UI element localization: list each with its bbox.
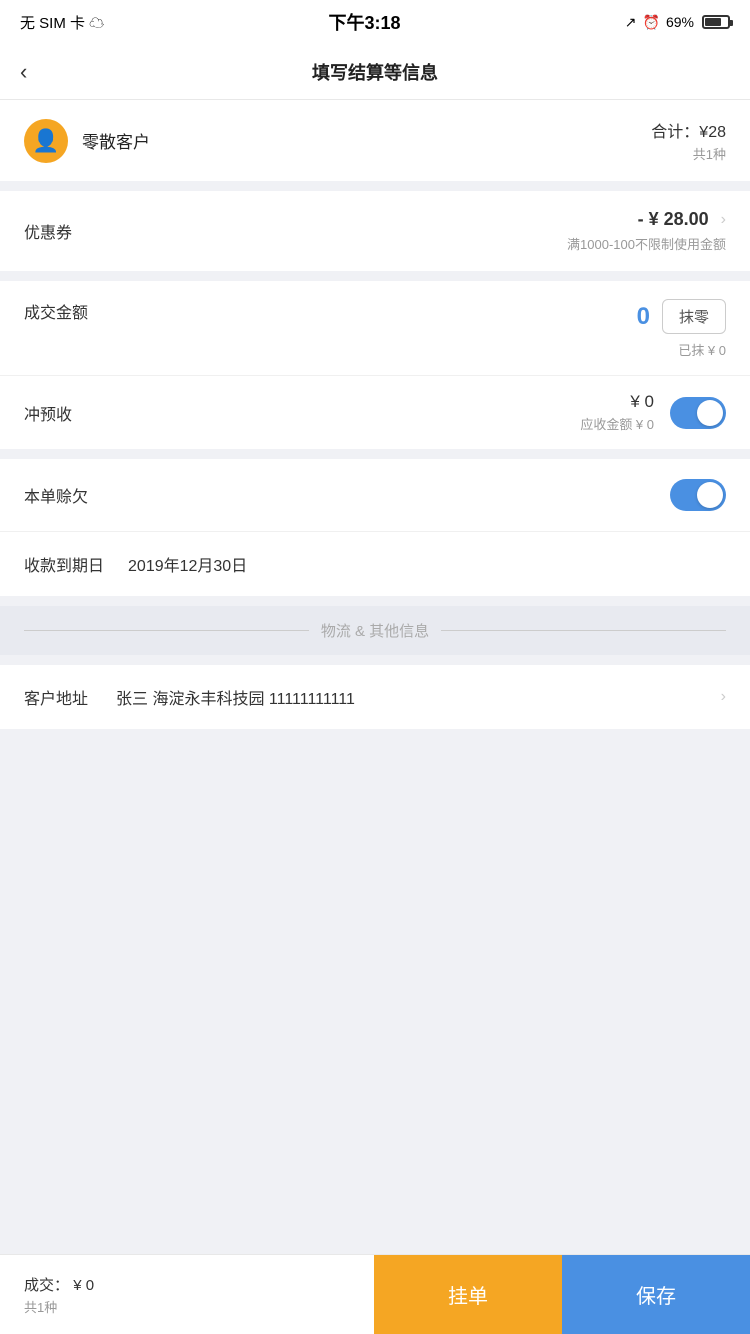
coupon-row[interactable]: 优惠券 - ¥ 28.00 › 满1000-100不限制使用金额: [0, 191, 750, 271]
hold-button[interactable]: 挂单: [374, 1255, 562, 1334]
total-amount: 合计：¥28: [651, 118, 726, 142]
prepay-label: 冲预收: [24, 401, 72, 425]
credit-row: 本单赊欠: [0, 459, 750, 531]
bottom-count: 共1种: [24, 1297, 350, 1316]
prepay-toggle[interactable]: [670, 397, 726, 429]
address-row[interactable]: 客户地址 张三 海淀永丰科技园 11111111111 ›: [0, 665, 750, 729]
due-row: 收款到期日 2019年12月30日: [0, 531, 750, 596]
content: 👤 零散客户 合计：¥28 共1种 优惠券 - ¥ 28.00 › 满1000-…: [0, 100, 750, 829]
battery-icon: [702, 15, 730, 29]
credit-toggle[interactable]: [670, 479, 726, 511]
credit-section: 本单赊欠 收款到期日 2019年12月30日: [0, 459, 750, 596]
alarm-icon: ⏰: [643, 14, 660, 31]
deal-section: 成交金额 0 抹零 已抹 ¥ 0 冲预收 ¥ 0 应收金额 ¥ 0: [0, 281, 750, 449]
address-label: 客户地址: [24, 685, 104, 709]
deal-value[interactable]: 0: [637, 303, 650, 331]
prepay-amounts: ¥ 0 应收金额 ¥ 0: [580, 392, 654, 433]
coupon-subtext: 满1000-100不限制使用金额: [567, 234, 726, 253]
customer-name: 零散客户: [82, 128, 150, 153]
deal-row: 成交金额 0 抹零: [0, 281, 750, 340]
logistics-section: 物流 & 其他信息: [0, 606, 750, 655]
customer-left: 👤 零散客户: [24, 119, 150, 163]
status-right: ↗ ⏰ 69%: [625, 14, 730, 31]
credit-label: 本单赊欠: [24, 483, 88, 507]
bottom-info: 成交： ¥ 0 共1种: [0, 1274, 374, 1316]
deal-right: 0 抹零: [637, 299, 726, 334]
bottom-deal-amount: 成交： ¥ 0: [24, 1274, 350, 1295]
coupon-label: 优惠券: [24, 219, 72, 243]
location-icon: ↗: [625, 14, 637, 31]
bottom-bar: 成交： ¥ 0 共1种 挂单 保存: [0, 1254, 750, 1334]
status-left: 无 SIM 卡 ☁: [20, 12, 104, 33]
deal-label: 成交金额: [24, 299, 88, 323]
address-value: 张三 海淀永丰科技园 11111111111: [116, 685, 709, 709]
coupon-value: - ¥ 28.00: [638, 209, 709, 230]
prepay-amount: ¥ 0: [580, 392, 654, 412]
address-section[interactable]: 客户地址 张三 海淀永丰科技园 11111111111 ›: [0, 665, 750, 729]
status-time: 下午3:18: [328, 9, 400, 35]
save-button[interactable]: 保存: [562, 1255, 750, 1334]
nav-bar: ‹ 填写结算等信息: [0, 44, 750, 100]
bottom-deal-label: 成交：: [24, 1277, 69, 1294]
sim-status: 无 SIM 卡 ☁: [20, 12, 104, 33]
address-chevron-icon: ›: [721, 688, 726, 706]
back-button[interactable]: ‹: [20, 59, 27, 85]
avatar: 👤: [24, 119, 68, 163]
divider-right: [441, 630, 726, 631]
deal-sub: 已抹 ¥ 0: [0, 340, 750, 375]
coupon-right: - ¥ 28.00 › 满1000-100不限制使用金额: [567, 209, 726, 253]
coupon-chevron-icon: ›: [721, 211, 726, 229]
customer-right: 合计：¥28 共1种: [651, 118, 726, 163]
due-date: 2019年12月30日: [128, 552, 247, 576]
page-title: 填写结算等信息: [312, 59, 438, 85]
battery-percent: 69%: [666, 14, 694, 30]
prepay-row: 冲预收 ¥ 0 应收金额 ¥ 0: [0, 375, 750, 449]
customer-row: 👤 零散客户 合计：¥28 共1种: [0, 100, 750, 181]
logistics-header: 物流 & 其他信息: [0, 606, 750, 655]
divider-left: [24, 630, 309, 631]
due-label: 收款到期日: [24, 552, 104, 576]
bottom-deal-value: ¥ 0: [73, 1277, 94, 1294]
status-bar: 无 SIM 卡 ☁ 下午3:18 ↗ ⏰ 69%: [0, 0, 750, 44]
prepay-receivable: 应收金额 ¥ 0: [580, 414, 654, 433]
round-button[interactable]: 抹零: [662, 299, 726, 334]
avatar-icon: 👤: [32, 128, 59, 154]
logistics-label: 物流 & 其他信息: [321, 620, 429, 641]
customer-section: 👤 零散客户 合计：¥28 共1种: [0, 100, 750, 181]
prepay-right: ¥ 0 应收金额 ¥ 0: [580, 392, 726, 433]
total-count: 共1种: [651, 144, 726, 163]
coupon-section[interactable]: 优惠券 - ¥ 28.00 › 满1000-100不限制使用金额: [0, 191, 750, 271]
